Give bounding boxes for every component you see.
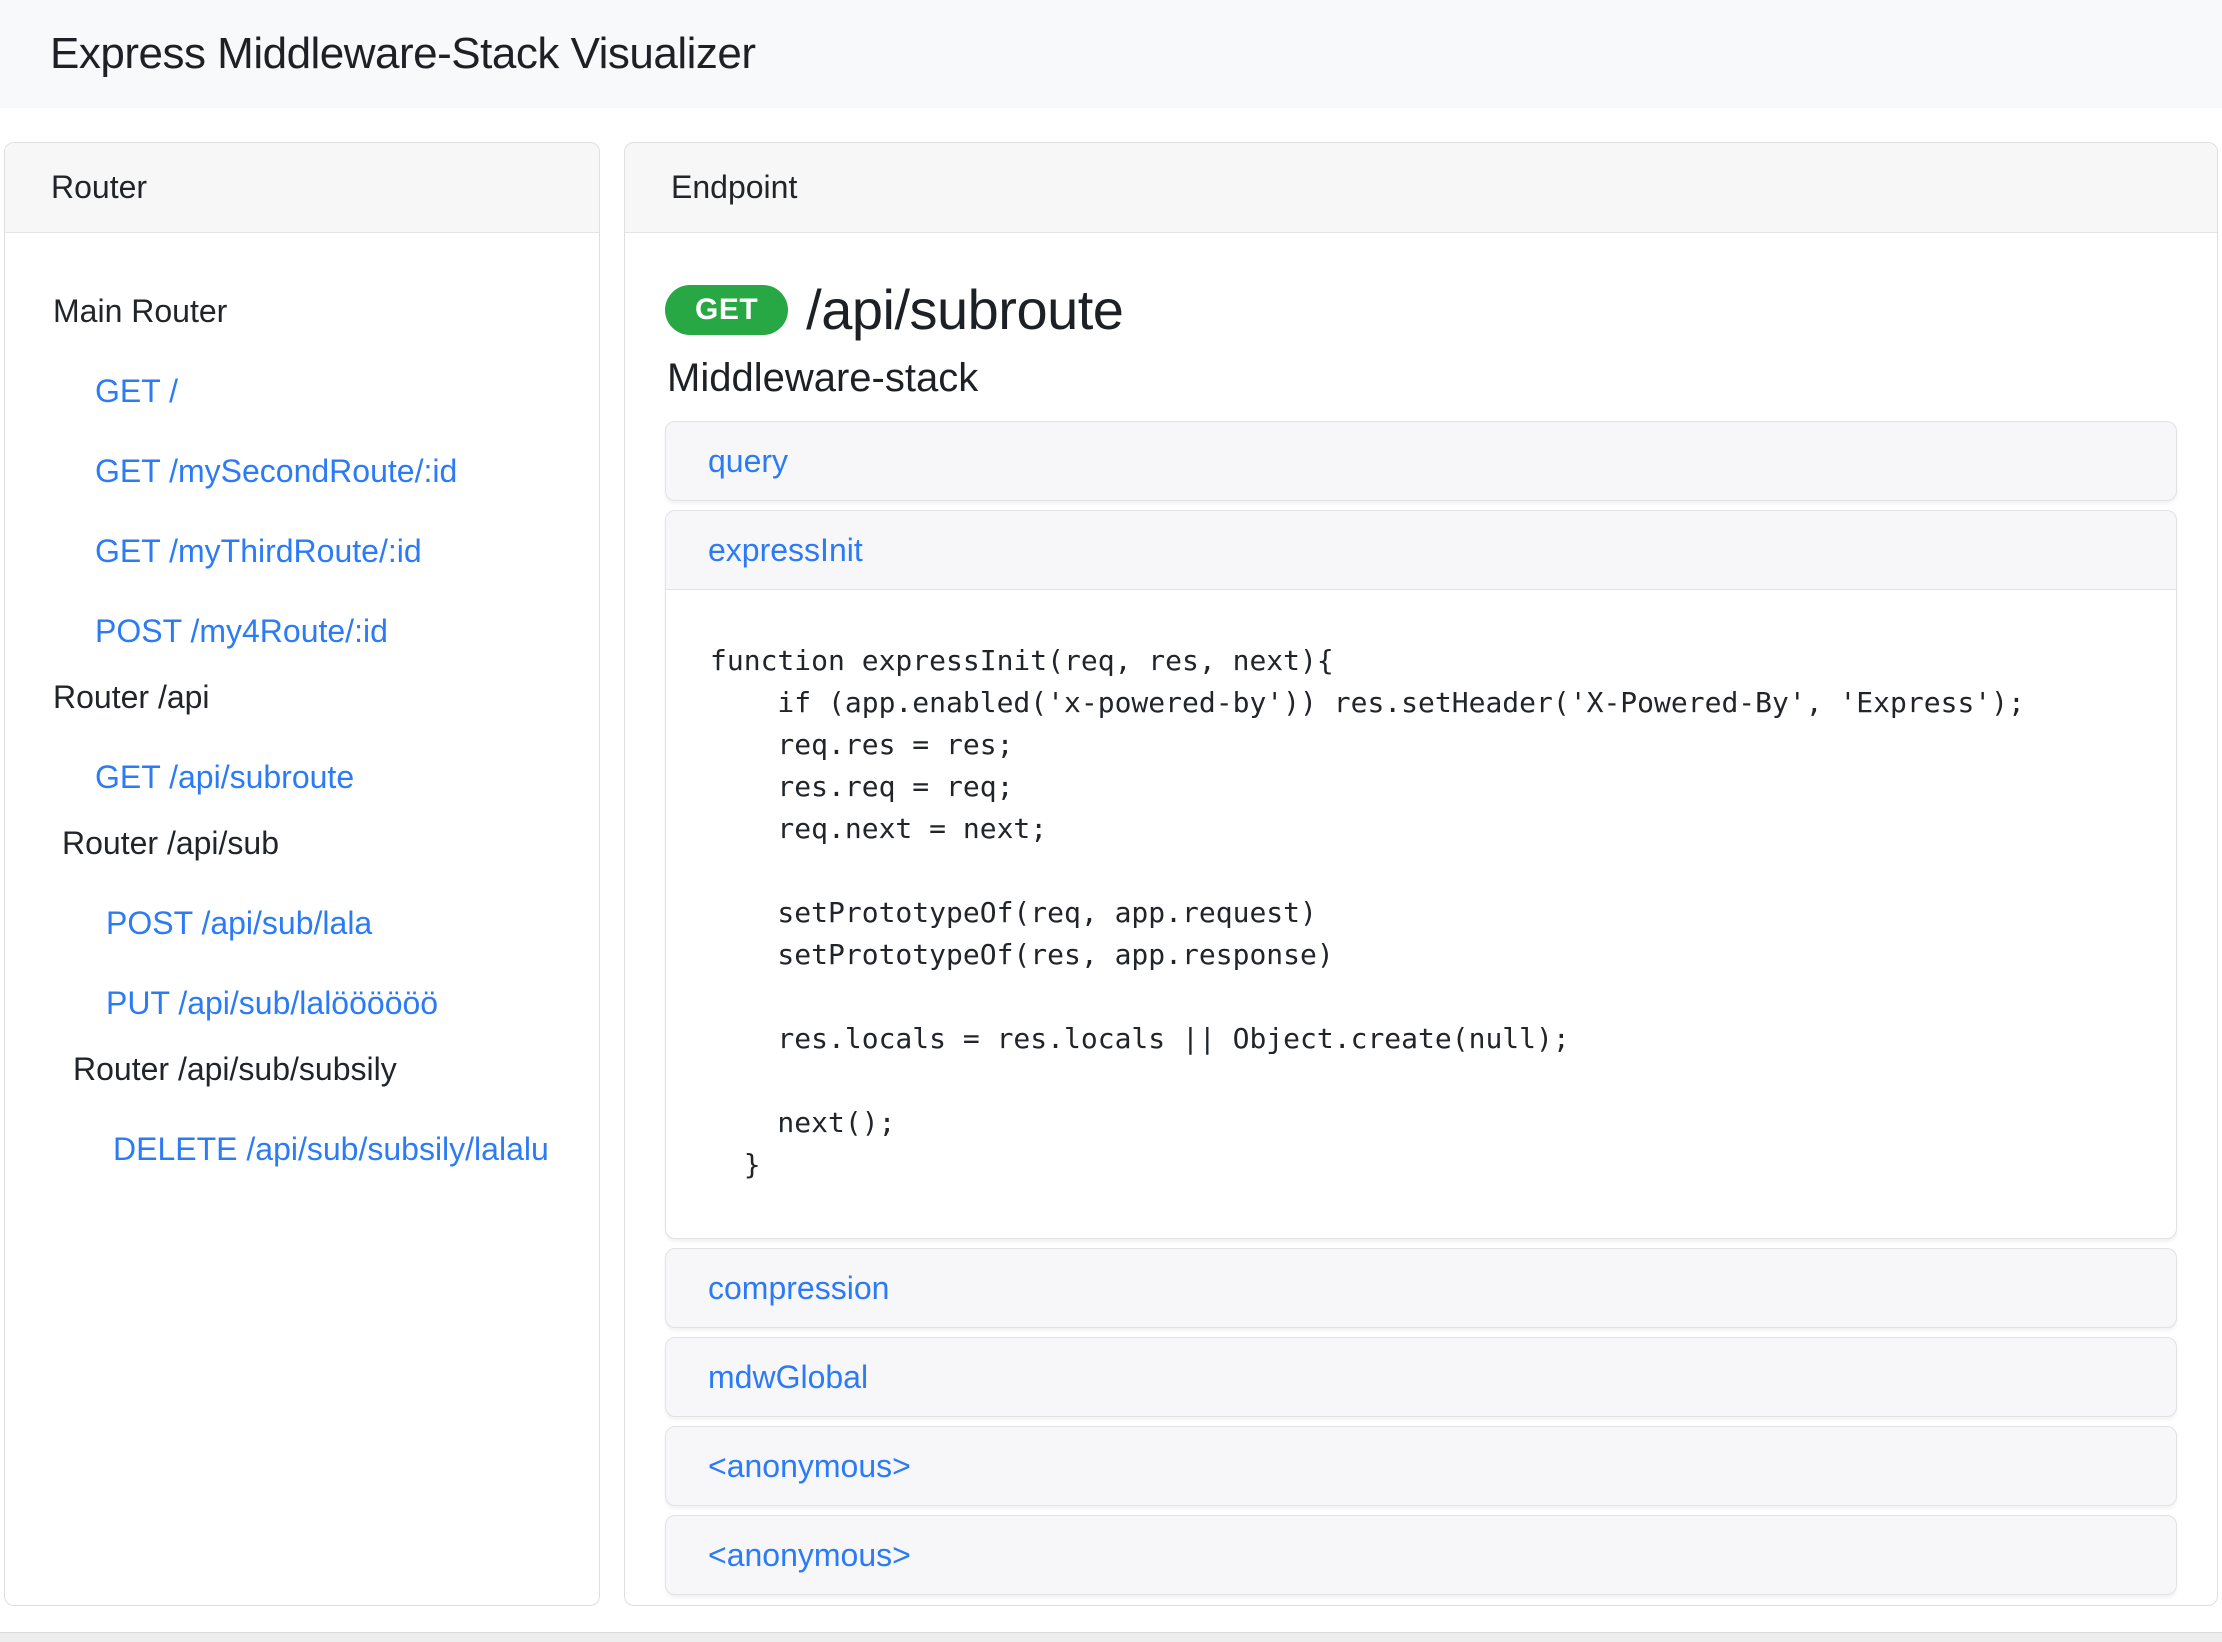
endpoint-title-row: GET /api/subroute: [665, 277, 2177, 342]
route-item: GET /myThirdRoute/:id: [9, 527, 559, 575]
app-title: Express Middleware-Stack Visualizer: [50, 29, 756, 78]
bottom-strip: [0, 1632, 2222, 1642]
route-item: DELETE /api/sub/subsily/lalalu: [9, 1125, 559, 1173]
route-item: GET /mySecondRoute/:id: [9, 447, 559, 495]
route-link[interactable]: GET /api/subroute: [95, 759, 354, 795]
method-badge: GET: [665, 284, 789, 335]
middleware-toggle-link[interactable]: expressInit: [708, 532, 863, 568]
middleware-item-anonymous-2: <anonymous>: [665, 1515, 2177, 1595]
middleware-item-mdwglobal: mdwGlobal: [665, 1337, 2177, 1417]
route-link[interactable]: GET /mySecondRoute/:id: [95, 453, 457, 489]
route-item: POST /my4Route/:id: [9, 607, 559, 655]
middleware-stack: query expressInit function expressInit(r…: [665, 421, 2177, 1604]
route-item: POST /api/sub/lala: [9, 899, 559, 947]
endpoint-panel: Endpoint GET /api/subroute Middleware-st…: [624, 142, 2218, 1606]
middleware-item-header: query: [666, 422, 2176, 500]
topbar: Express Middleware-Stack Visualizer: [0, 0, 2222, 108]
middleware-item-header: <anonymous>: [666, 1516, 2176, 1594]
route-item: GET /api/subroute: [9, 753, 559, 801]
middleware-item-header: mdwGlobal: [666, 1338, 2176, 1416]
middleware-item-header: <anonymous>: [666, 1427, 2176, 1505]
router-group-label: Main Router: [53, 293, 228, 329]
middleware-item-header: compression: [666, 1249, 2176, 1327]
endpoint-path: /api/subroute: [806, 278, 1124, 341]
middleware-stack-title: Middleware-stack: [667, 356, 979, 400]
middleware-item-expressinit: expressInit function expressInit(req, re…: [665, 510, 2177, 1239]
route-link[interactable]: GET /myThirdRoute/:id: [95, 533, 422, 569]
route-link[interactable]: PUT /api/sub/lalöööööö: [106, 985, 438, 1021]
router-group-label: Router /api/sub: [62, 825, 280, 861]
router-panel-header: Router: [5, 143, 599, 233]
middleware-source-code: function expressInit(req, res, next){ if…: [710, 644, 2025, 1181]
middleware-item-query: query: [665, 421, 2177, 501]
main-content: Router Main Router GET / GET /mySecondRo…: [0, 108, 2222, 1606]
route-link[interactable]: GET /: [95, 373, 178, 409]
router-panel: Router Main Router GET / GET /mySecondRo…: [4, 142, 600, 1606]
route-link[interactable]: DELETE /api/sub/subsily/lalalu: [113, 1131, 549, 1167]
middleware-item-compression: compression: [665, 1248, 2177, 1328]
router-panel-body: Main Router GET / GET /mySecondRoute/:id…: [5, 233, 599, 1205]
middleware-item-header: expressInit: [666, 511, 2176, 589]
middleware-item-body: function expressInit(req, res, next){ if…: [666, 589, 2176, 1238]
middleware-toggle-link[interactable]: <anonymous>: [708, 1448, 911, 1484]
endpoint-panel-body: GET /api/subroute Middleware-stack query…: [625, 233, 2217, 1604]
middleware-toggle-link[interactable]: query: [708, 443, 788, 479]
route-item: PUT /api/sub/lalöööööö: [9, 979, 559, 1027]
middleware-item-anonymous-1: <anonymous>: [665, 1426, 2177, 1506]
route-link[interactable]: POST /api/sub/lala: [106, 905, 372, 941]
endpoint-panel-header: Endpoint: [625, 143, 2217, 233]
middleware-toggle-link[interactable]: <anonymous>: [708, 1537, 911, 1573]
router-list: Main Router GET / GET /mySecondRoute/:id…: [9, 287, 559, 1173]
middleware-toggle-link[interactable]: compression: [708, 1270, 889, 1306]
router-group-label: Router /api: [53, 679, 210, 715]
route-item: GET /: [9, 367, 559, 415]
route-link[interactable]: POST /my4Route/:id: [95, 613, 388, 649]
router-group-label: Router /api/sub/subsily: [73, 1051, 397, 1087]
middleware-toggle-link[interactable]: mdwGlobal: [708, 1359, 868, 1395]
